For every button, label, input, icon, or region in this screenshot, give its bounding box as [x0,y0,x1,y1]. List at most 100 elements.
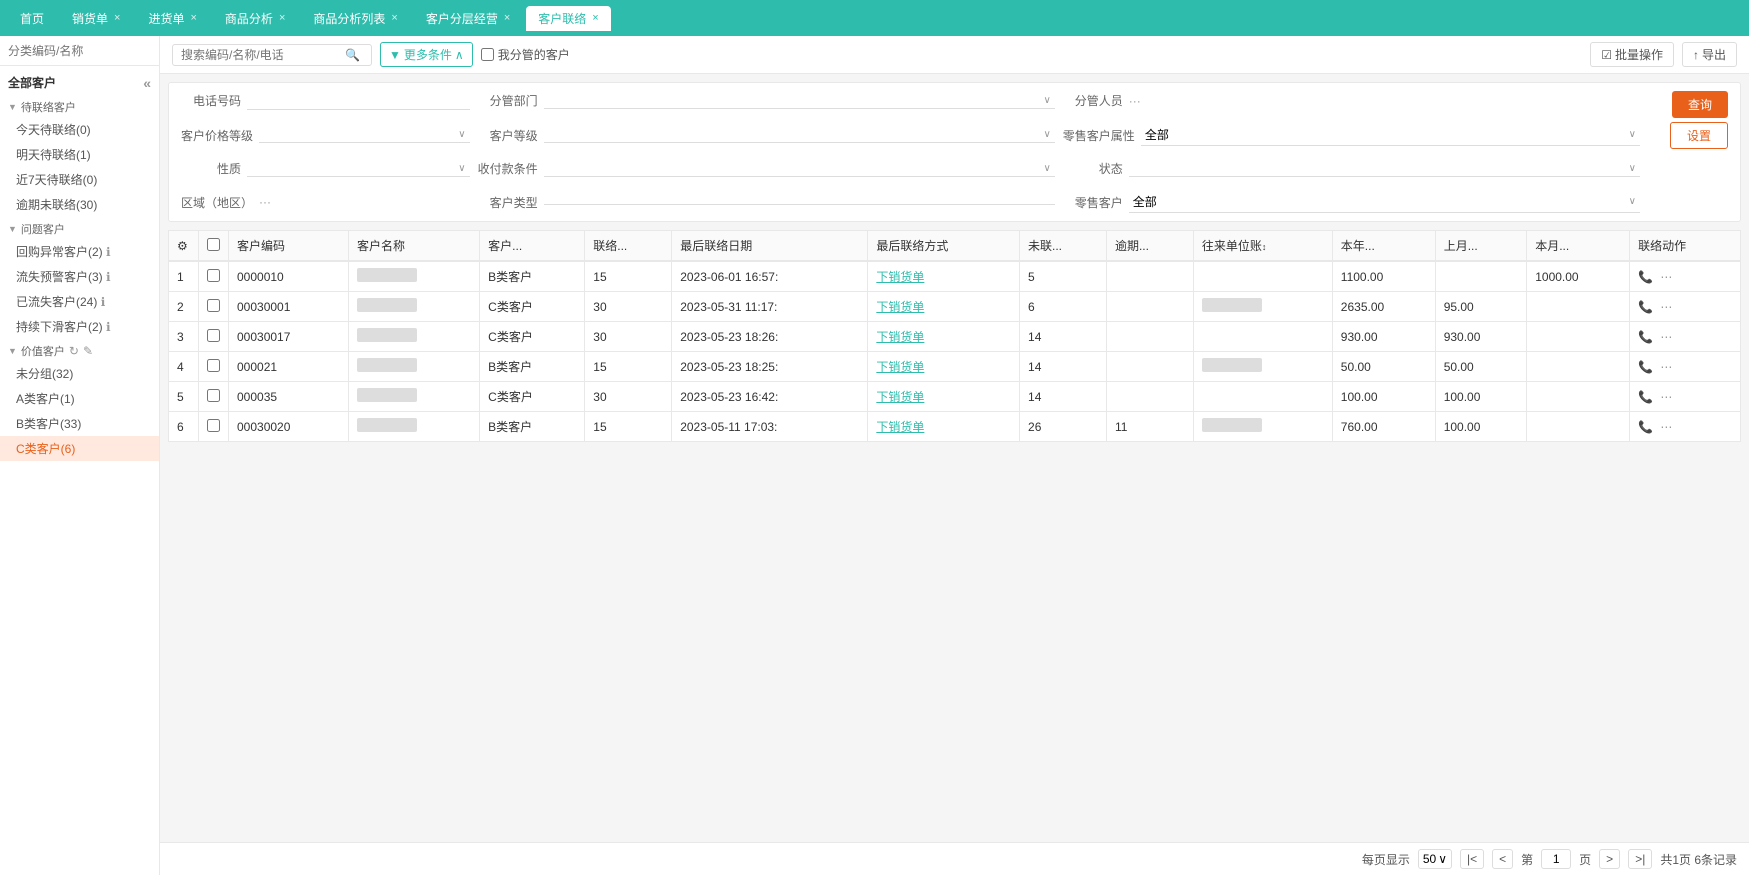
search-icon[interactable]: 🔍 [345,48,360,62]
nav-close-product-list[interactable]: × [391,12,397,24]
action-phone-icon[interactable]: 📞 [1638,270,1653,284]
th-contact[interactable]: 联络... [585,231,672,262]
sidebar-collapse-btn[interactable]: « [143,75,151,91]
th-this-month[interactable]: 本月... [1527,231,1630,262]
page-size-select[interactable]: 50 ∨ [1418,849,1452,869]
sidebar-group-problem[interactable]: 问题客户 [0,217,159,239]
sidebar-item-c-class[interactable]: C类客户(6) [0,436,159,461]
batch-op-btn[interactable]: ☑ 批量操作 [1590,42,1674,67]
action-more-icon[interactable]: ⋯ [1660,360,1672,374]
nav-close-product-analysis[interactable]: × [279,12,285,24]
nav-close-customer-contact[interactable]: × [592,12,598,24]
filter-retail-select[interactable]: 全部∨ [1129,191,1640,213]
row-checkbox[interactable] [199,412,229,442]
th-code[interactable]: 客户编码 [229,231,349,262]
row-actions[interactable]: 📞 ⋯ [1630,261,1741,292]
first-page-btn[interactable]: |< [1460,849,1484,869]
all-customers-header[interactable]: 全部客户 « [0,66,159,95]
action-phone-icon[interactable]: 📞 [1638,330,1653,344]
filter-type-select[interactable] [544,200,1055,205]
th-last-date[interactable]: 最后联络日期 [672,231,868,262]
th-overdue[interactable]: 逾期... [1106,231,1193,262]
sidebar-item-overdue[interactable]: 逾期未联络(30) [0,192,159,217]
last-page-btn[interactable]: >| [1628,849,1652,869]
nav-customer-tier[interactable]: 客户分层经营 × [414,6,522,31]
row-checkbox[interactable] [199,261,229,292]
row-checkbox[interactable] [199,382,229,412]
nav-close-sales[interactable]: × [114,12,120,24]
filter-level-select[interactable]: ∨ [544,127,1055,143]
nav-close-customer-tier[interactable]: × [504,12,510,24]
select-all-checkbox[interactable] [207,238,220,251]
row-checkbox[interactable] [199,292,229,322]
sidebar-item-tomorrow[interactable]: 明天待联络(1) [0,142,159,167]
row-last-method[interactable]: 下销货单 [868,352,1020,382]
page-number-input[interactable] [1541,849,1571,869]
action-phone-icon[interactable]: 📞 [1638,360,1653,374]
nav-customer-contact[interactable]: 客户联络 × [526,6,610,31]
row-checkbox[interactable] [199,352,229,382]
filter-manager-dots[interactable]: ··· [1129,94,1141,108]
nav-sales[interactable]: 销货单 × [60,6,132,31]
filter-nature-select[interactable]: ∨ [247,161,470,177]
nav-home[interactable]: 首页 [8,6,56,31]
sidebar-group-value[interactable]: 价值客户 ↻ ✎ [0,339,159,361]
sidebar-item-churn-warning[interactable]: 流失预警客户(3) ℹ [0,264,159,289]
my-customers-checkbox-label[interactable]: 我分管的客户 [481,46,570,63]
filter-dept-select[interactable]: ∨ [544,93,1055,109]
row-last-method[interactable]: 下销货单 [868,382,1020,412]
next-page-btn[interactable]: > [1599,849,1620,869]
value-refresh-icon[interactable]: ↻ [69,344,79,358]
sidebar-group-pending[interactable]: 待联络客户 [0,95,159,117]
row-actions[interactable]: 📞 ⋯ [1630,292,1741,322]
sidebar-item-today[interactable]: 今天待联络(0) [0,117,159,142]
action-more-icon[interactable]: ⋯ [1660,270,1672,284]
row-last-method[interactable]: 下销货单 [868,412,1020,442]
row-actions[interactable]: 📞 ⋯ [1630,322,1741,352]
prev-page-btn[interactable]: < [1492,849,1513,869]
value-edit-icon[interactable]: ✎ [83,344,93,358]
action-more-icon[interactable]: ⋯ [1660,330,1672,344]
export-btn[interactable]: ↑ 导出 [1682,42,1737,67]
row-checkbox[interactable] [199,322,229,352]
nav-purchase[interactable]: 进货单 × [136,6,208,31]
sidebar-item-a-class[interactable]: A类客户(1) [0,386,159,411]
row-actions[interactable]: 📞 ⋯ [1630,382,1741,412]
sidebar-item-churned[interactable]: 已流失客户(24) ℹ [0,289,159,314]
action-more-icon[interactable]: ⋯ [1660,420,1672,434]
sidebar-item-b-class[interactable]: B类客户(33) [0,411,159,436]
nav-product-analysis[interactable]: 商品分析 × [213,6,297,31]
th-type[interactable]: 客户... [480,231,585,262]
row-last-method[interactable]: 下销货单 [868,322,1020,352]
sidebar-item-ungrouped[interactable]: 未分组(32) [0,361,159,386]
sidebar-search-input[interactable] [8,44,160,58]
th-last-method[interactable]: 最后联络方式 [868,231,1020,262]
sidebar-item-abnormal[interactable]: 回购异常客户(2) ℹ [0,239,159,264]
row-actions[interactable]: 📞 ⋯ [1630,352,1741,382]
filter-retail-attr-select[interactable]: 全部∨ [1141,124,1640,146]
th-account[interactable]: 往来单位账↕ [1193,231,1332,262]
filter-payment-select[interactable]: ∨ [544,161,1055,177]
action-phone-icon[interactable]: 📞 [1638,420,1653,434]
settings-btn[interactable]: 设置 [1670,122,1728,149]
nav-close-purchase[interactable]: × [190,12,196,24]
th-no-contact[interactable]: 未联... [1020,231,1107,262]
th-name[interactable]: 客户名称 [348,231,479,262]
filter-value-select[interactable]: ∨ [259,127,470,143]
th-year[interactable]: 本年... [1332,231,1435,262]
nav-product-list[interactable]: 商品分析列表 × [301,6,409,31]
filter-region-dots[interactable]: ··· [259,195,271,209]
action-more-icon[interactable]: ⋯ [1660,300,1672,314]
sidebar-item-declining[interactable]: 持续下滑客户(2) ℹ [0,314,159,339]
action-more-icon[interactable]: ⋯ [1660,390,1672,404]
search-input[interactable] [181,48,341,62]
filter-more-btn[interactable]: ▼ 更多条件 ∧ [380,42,473,67]
action-phone-icon[interactable]: 📞 [1638,390,1653,404]
th-checkbox[interactable] [199,231,229,262]
row-last-method[interactable]: 下销货单 [868,261,1020,292]
sidebar-item-7days[interactable]: 近7天待联络(0) [0,167,159,192]
my-customers-checkbox[interactable] [481,48,494,61]
th-last-month[interactable]: 上月... [1435,231,1527,262]
row-actions[interactable]: 📞 ⋯ [1630,412,1741,442]
filter-status-select[interactable]: ∨ [1129,161,1640,177]
